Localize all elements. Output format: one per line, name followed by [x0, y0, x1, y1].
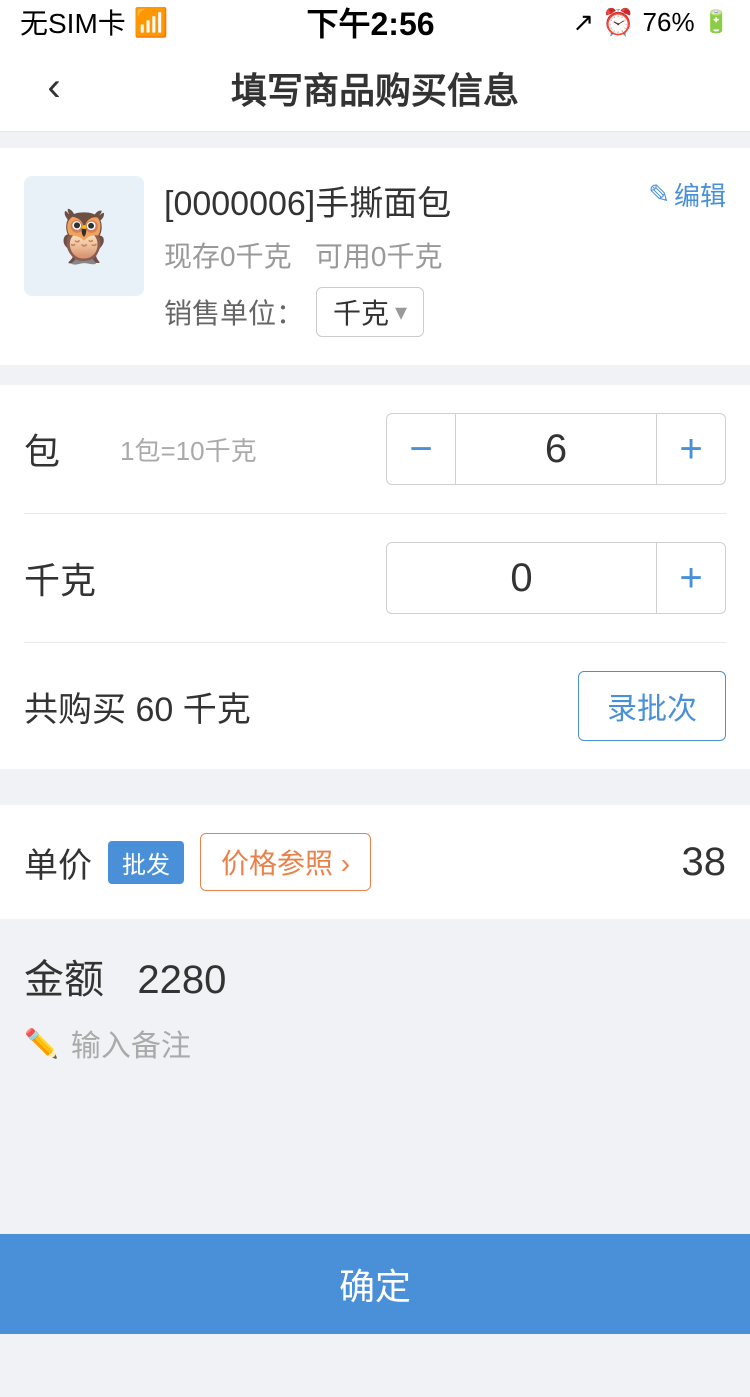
carrier-label: 无SIM卡 — [20, 2, 126, 42]
wifi-icon: 📶 — [134, 6, 169, 39]
amount-row: 金额 2280 — [24, 947, 726, 1005]
product-id: [0000006] — [164, 185, 315, 223]
battery-icon: 🔋 — [703, 9, 730, 35]
summary-row: 共购买 60 千克 录批次 — [0, 643, 750, 769]
amount-value: 2280 — [137, 958, 226, 1002]
kilogram-row: 千克 + — [0, 514, 750, 642]
remark-row[interactable]: ✏️ 输入备注 — [24, 1021, 726, 1065]
input-section: 包 1包=10千克 − + 千克 + 共购买 60 千克 录批次 — [0, 385, 750, 769]
edit-button[interactable]: ✎ 编辑 — [648, 176, 726, 213]
location-icon: ↗ — [572, 7, 594, 38]
amount-label: 金额 — [24, 958, 104, 1002]
quantity-control: − + — [386, 413, 726, 485]
status-bar: 无SIM卡 📶 下午2:56 ↗ ⏰ 76% 🔋 — [0, 0, 750, 44]
product-image: 🦉 — [24, 176, 144, 296]
kilogram-plus-button[interactable]: + — [656, 542, 726, 614]
status-left: 无SIM卡 📶 — [20, 2, 169, 42]
price-label: 单价 — [24, 838, 92, 887]
page-title: 填写商品购买信息 — [231, 62, 519, 114]
product-card: 🦉 [0000006]手撕面包 ✎ 编辑 现存0千克 可用0千克 销售单位： 千… — [0, 148, 750, 365]
product-info: [0000006]手撕面包 ✎ 编辑 现存0千克 可用0千克 销售单位： 千克 … — [164, 176, 726, 337]
available-label: 可用0千克 — [315, 241, 443, 272]
price-tag: 批发 — [108, 841, 184, 884]
status-right: ↗ ⏰ 76% 🔋 — [572, 7, 730, 38]
unit-value: 千克 — [333, 292, 389, 332]
product-name-row: [0000006]手撕面包 ✎ 编辑 — [164, 176, 726, 225]
kilogram-label: 千克 — [24, 552, 104, 604]
remark-placeholder: 输入备注 — [71, 1021, 191, 1065]
pencil-icon: ✏️ — [24, 1027, 59, 1060]
record-batch-button[interactable]: 录批次 — [578, 671, 726, 741]
price-reference-button[interactable]: 价格参照 › — [200, 833, 371, 891]
divider-2 — [0, 769, 750, 789]
edit-icon: ✎ — [648, 179, 670, 210]
product-unit-row: 销售单位： 千克 ▾ — [164, 287, 726, 337]
package-minus-button[interactable]: − — [386, 413, 456, 485]
package-quantity-input[interactable] — [456, 413, 656, 485]
price-row: 单价 批发 价格参照 › 38 — [24, 833, 726, 891]
back-button[interactable]: ‹ — [24, 58, 84, 118]
unit-select[interactable]: 千克 ▾ — [316, 287, 424, 337]
product-name: [0000006]手撕面包 — [164, 176, 451, 225]
nav-bar: ‹ 填写商品购买信息 — [0, 44, 750, 132]
price-value: 38 — [682, 840, 727, 885]
edit-label: 编辑 — [674, 176, 726, 213]
package-row: 包 1包=10千克 − + — [0, 385, 750, 513]
summary-text: 共购买 60 千克 — [24, 682, 251, 731]
kilogram-input-wrap: + — [386, 542, 726, 614]
product-logo-icon: 🦉 — [52, 206, 117, 267]
price-section: 单价 批发 价格参照 › 38 — [0, 805, 750, 919]
product-stock: 现存0千克 可用0千克 — [164, 235, 726, 275]
product-name-text: 手撕面包 — [315, 185, 451, 223]
alarm-icon: ⏰ — [602, 7, 634, 38]
unit-dropdown-icon: ▾ — [395, 298, 407, 327]
package-plus-button[interactable]: + — [656, 413, 726, 485]
kilogram-input[interactable] — [386, 542, 656, 614]
confirm-button[interactable]: 确定 — [0, 1234, 750, 1334]
status-time: 下午2:56 — [306, 0, 434, 45]
package-hint: 1包=10千克 — [120, 431, 370, 468]
package-label: 包 — [24, 423, 104, 475]
stock-label: 现存0千克 — [164, 241, 292, 272]
amount-section: 金额 2280 ✏️ 输入备注 — [0, 919, 750, 1077]
unit-label: 销售单位： — [164, 292, 304, 332]
battery-label: 76% — [643, 7, 695, 38]
divider-1 — [0, 365, 750, 385]
